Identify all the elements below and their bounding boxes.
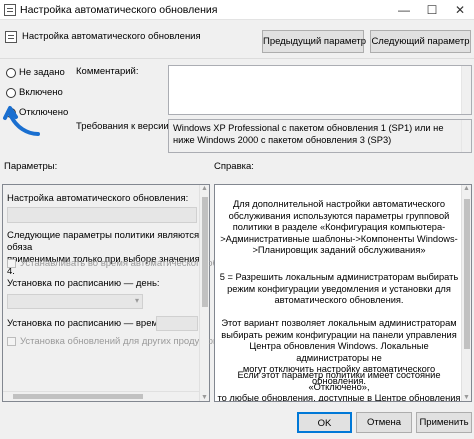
header-divider — [0, 58, 474, 59]
comment-value — [169, 66, 471, 70]
supported-on-label: Требования к версии: — [76, 121, 172, 132]
schedule-time-label: Установка по расписанию — время: — [7, 318, 166, 329]
close-icon[interactable]: ✕ — [446, 0, 474, 20]
apply-button[interactable]: Применить — [416, 412, 472, 433]
maximize-icon[interactable]: ☐ — [418, 0, 446, 20]
help-scroll-thumb[interactable] — [464, 199, 470, 349]
supported-on-value: Windows XP Professional с пакетом обновл… — [173, 123, 444, 145]
next-setting-button[interactable]: Следующий параметр — [370, 30, 471, 53]
comment-scrollbar[interactable] — [461, 66, 471, 114]
window-app-icon — [4, 4, 16, 16]
chevron-down-icon: ▾ — [134, 296, 139, 305]
radio-enabled[interactable] — [6, 88, 16, 98]
options-hscrollbar[interactable] — [3, 391, 199, 401]
help-scroll-up-icon[interactable]: ▲ — [463, 185, 470, 192]
setting-name: Настройка автоматического обновления — [22, 31, 201, 42]
scroll-up-icon[interactable]: ▲ — [201, 185, 208, 192]
configure-au-dropdown[interactable] — [7, 207, 197, 223]
install-during-maintenance-checkbox[interactable] — [7, 259, 16, 268]
radio-not-configured[interactable] — [6, 68, 16, 78]
schedule-day-dropdown[interactable]: ▾ — [7, 294, 143, 309]
supported-scrollbar[interactable] — [461, 120, 471, 152]
minimize-icon[interactable]: — — [390, 0, 418, 20]
help-scrollbar[interactable]: ▲ ▼ — [461, 185, 471, 401]
annotation-arrow-icon — [3, 106, 40, 136]
options-hscroll-thumb[interactable] — [13, 394, 143, 399]
schedule-day-label: Установка по расписанию — день: — [7, 278, 160, 289]
options-panel: Настройка автоматического обновления: Сл… — [2, 184, 229, 402]
cancel-button[interactable]: Отмена — [356, 412, 412, 433]
title-bar: Настройка автоматического обновления — ☐… — [0, 0, 474, 20]
install-other-products-checkbox[interactable] — [7, 337, 16, 346]
supported-on-box: Windows XP Professional с пакетом обновл… — [168, 119, 472, 153]
options-scrollbar[interactable]: ▲ ▼ — [199, 185, 209, 401]
options-header: Параметры: — [4, 161, 58, 172]
options-scroll-thumb[interactable] — [202, 197, 208, 307]
help-paragraph-1: Для дополнительной настройки автоматичес… — [220, 199, 458, 256]
enabled-label: Включено — [19, 87, 63, 98]
ok-button[interactable]: OK — [297, 412, 352, 433]
schedule-time-dropdown[interactable] — [156, 316, 198, 331]
help-paragraph-2: 5 = Разрешить локальным администраторам … — [219, 272, 459, 306]
install-other-products-label: Установка обновлений для других продукто… — [20, 336, 229, 347]
not-configured-label: Не задано — [19, 67, 65, 78]
install-during-maintenance-label: Устанавливать во время автоматического о… — [20, 258, 229, 269]
help-header: Справка: — [214, 161, 254, 172]
comment-textarea[interactable] — [168, 65, 472, 115]
configure-au-label: Настройка автоматического обновления: — [7, 193, 189, 204]
comment-label: Комментарий: — [76, 66, 139, 77]
policy-note: Следующие параметры политики являются об… — [7, 230, 200, 277]
setting-icon — [5, 31, 17, 43]
previous-setting-button[interactable]: Предыдущий параметр — [262, 30, 366, 53]
scroll-down-icon[interactable]: ▼ — [201, 394, 208, 401]
window-title: Настройка автоматического обновления — [20, 4, 218, 16]
help-panel: Для дополнительной настройки автоматичес… — [214, 184, 472, 402]
help-paragraph-4: Если этот параметр политики имеет состоя… — [217, 370, 461, 402]
help-scroll-down-icon[interactable]: ▼ — [463, 394, 470, 401]
